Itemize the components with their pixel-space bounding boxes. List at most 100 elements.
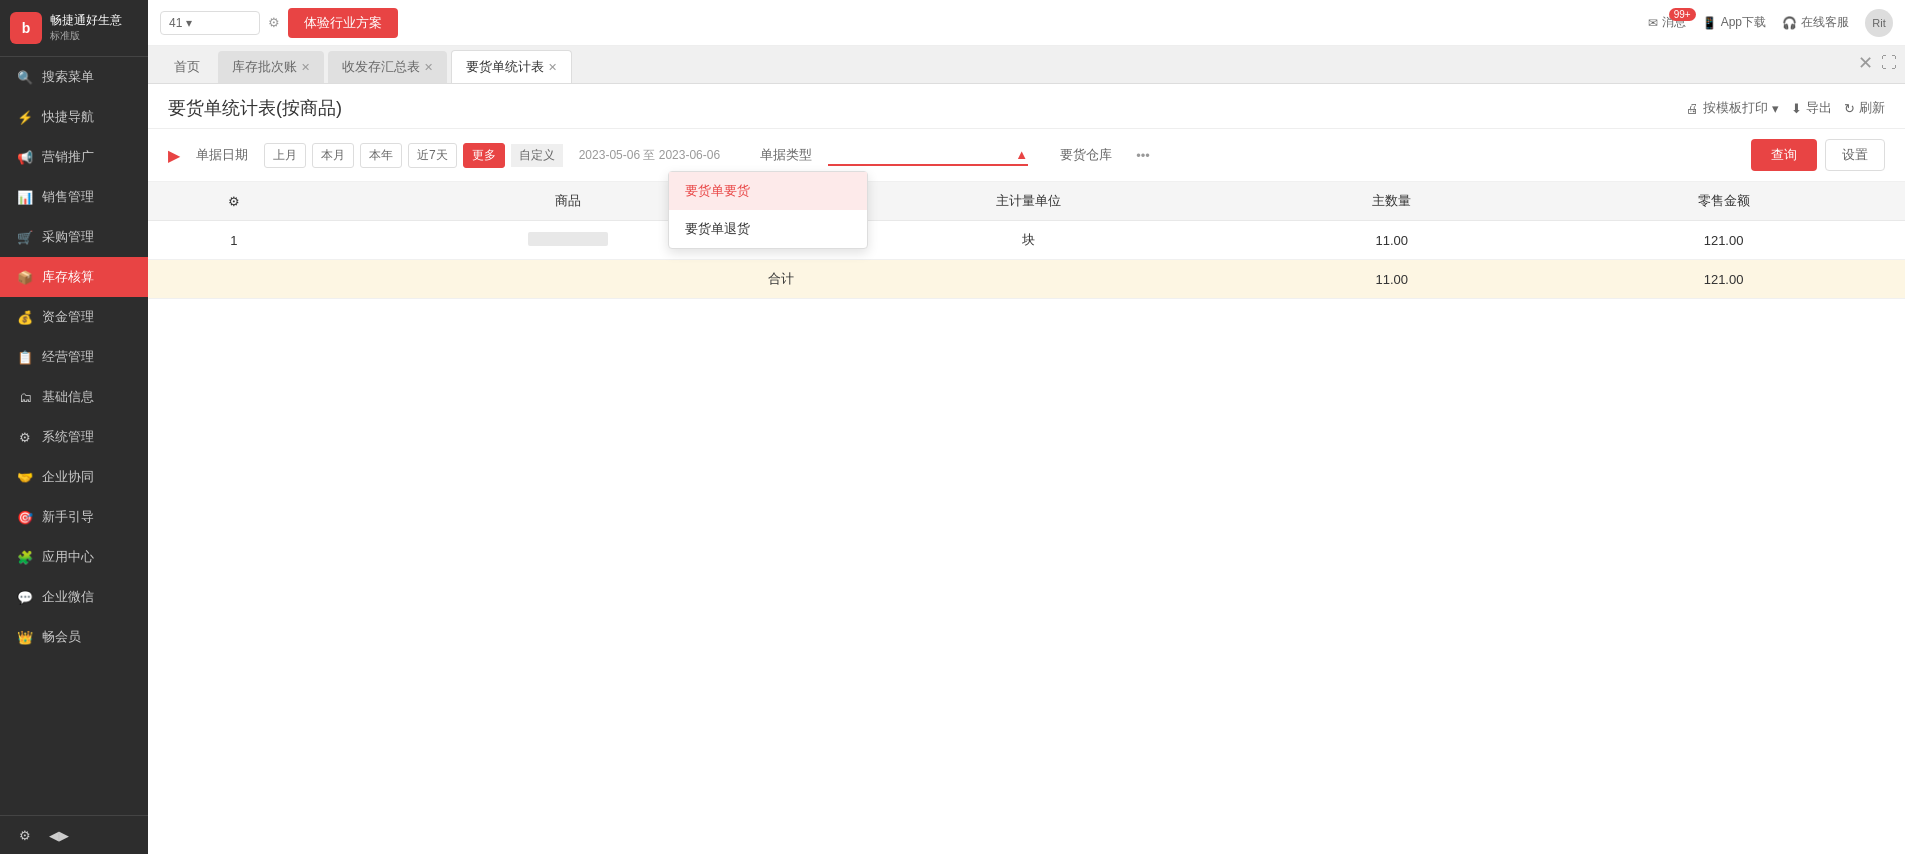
sidebar-item-enterprise[interactable]: 🤝 企业协同 [0,457,148,497]
this-month-btn[interactable]: 本月 [312,143,354,168]
expand-tab-icon[interactable]: ⛶ [1881,54,1897,72]
total-index [148,260,320,299]
finance-icon: 💰 [16,308,34,326]
export-button[interactable]: ⬇ 导出 [1791,99,1832,117]
sidebar-item-system[interactable]: ⚙ 系统管理 [0,417,148,457]
topbar-left: 41 ▾ ⚙ 体验行业方案 [160,8,1636,38]
settings-icon[interactable]: ⚙ [16,826,34,844]
tab-batch-close[interactable]: ✕ [301,61,310,74]
topbar: 41 ▾ ⚙ 体验行业方案 ✉ 消息 99+ 📱 App下载 🎧 在线客服 Ri… [148,0,1905,46]
shortcut-label: 快捷导航 [42,108,94,126]
dropdown-item-demand-goods[interactable]: 要货单要货 [669,172,867,210]
page-header: 要货单统计表(按商品) 🖨 按模板打印 ▾ ⬇ 导出 ↻ 刷新 [148,84,1905,129]
shortcut-icon: ⚡ [16,108,34,126]
sidebar-item-finance[interactable]: 💰 资金管理 [0,297,148,337]
table-settings-icon[interactable]: ⚙ [228,194,240,209]
dropdown-item-demand-return[interactable]: 要货单退货 [669,210,867,248]
topbar-right: ✉ 消息 99+ 📱 App下载 🎧 在线客服 Rit [1648,9,1893,37]
app-download-button[interactable]: 📱 App下载 [1702,14,1766,31]
tab-collect[interactable]: 收发存汇总表 ✕ [328,51,447,83]
date-label: 单据日期 [196,146,248,164]
type-input-wrap: ▲ [828,145,1028,166]
messages-button[interactable]: ✉ 消息 99+ [1648,14,1686,31]
headset-icon: 🎧 [1782,16,1797,30]
tab-home[interactable]: 首页 [160,51,214,83]
search-icon: 🔍 [16,68,34,86]
sidebar-item-operations[interactable]: 📋 经营管理 [0,337,148,377]
marketing-label: 营销推广 [42,148,94,166]
online-service-button[interactable]: 🎧 在线客服 [1782,14,1849,31]
tab-collect-label: 收发存汇总表 [342,58,420,76]
print-icon: 🖨 [1686,101,1699,116]
sidebar-item-apps[interactable]: 🧩 应用中心 [0,537,148,577]
last-7days-btn[interactable]: 近7天 [408,143,457,168]
last-month-btn[interactable]: 上月 [264,143,306,168]
date-buttons: 上月 本月 本年 近7天 更多 自定义 [264,143,563,168]
sidebar-item-shortcut[interactable]: ⚡ 快捷导航 [0,97,148,137]
phone-icon: 📱 [1702,16,1717,30]
purchase-label: 采购管理 [42,228,94,246]
type-arrow-icon[interactable]: ▲ [1015,147,1028,162]
user-avatar[interactable]: Rit [1865,9,1893,37]
settings-button[interactable]: 设置 [1825,139,1885,171]
sidebar: b 畅捷通好生意 标准版 🔍 搜索菜单 ⚡ 快捷导航 📢 营销推广 📊 销售管理… [0,0,148,854]
col-amount: 零售金额 [1542,182,1905,221]
page-title: 要货单统计表(按商品) [168,96,342,120]
sidebar-item-inventory[interactable]: 📦 库存核算 [0,257,148,297]
apps-label: 应用中心 [42,548,94,566]
finance-label: 资金管理 [42,308,94,326]
sidebar-bottom: ⚙ ◀▶ [0,815,148,854]
tab-collect-close[interactable]: ✕ [424,61,433,74]
sales-label: 销售管理 [42,188,94,206]
trial-button[interactable]: 体验行业方案 [288,8,398,38]
print-chevron-icon: ▾ [1772,101,1779,116]
logo-icon: b [10,12,42,44]
this-year-btn[interactable]: 本年 [360,143,402,168]
basic-label: 基础信息 [42,388,94,406]
sidebar-item-guide[interactable]: 🎯 新手引导 [0,497,148,537]
type-dropdown: 要货单要货 要货单退货 [668,171,868,249]
more-btn[interactable]: 更多 [463,143,505,168]
row-quantity: 11.00 [1241,221,1542,260]
row-amount: 121.00 [1542,221,1905,260]
branch-select[interactable]: 41 ▾ [160,11,260,35]
warehouse-dots-icon[interactable]: ••• [1136,148,1150,163]
app-logo: b 畅捷通好生意 标准版 [0,0,148,57]
row-index: 1 [148,221,320,260]
sidebar-item-basic[interactable]: 🗂 基础信息 [0,377,148,417]
inventory-label: 库存核算 [42,268,94,286]
sidebar-item-member[interactable]: 👑 畅会员 [0,617,148,657]
query-button[interactable]: 查询 [1751,139,1817,171]
enterprise-label: 企业协同 [42,468,94,486]
select-chevron-icon: ▾ [186,16,192,30]
wechat-icon: 💬 [16,588,34,606]
collapse-icon[interactable]: ◀▶ [50,826,68,844]
tab-demand-close[interactable]: ✕ [548,61,557,74]
col-settings: ⚙ [148,182,320,221]
guide-label: 新手引导 [42,508,94,526]
type-input[interactable] [828,145,1015,164]
sidebar-item-sales[interactable]: 📊 销售管理 [0,177,148,217]
tab-demand[interactable]: 要货单统计表 ✕ [451,50,572,83]
sidebar-item-search[interactable]: 🔍 搜索菜单 [0,57,148,97]
inventory-icon: 📦 [16,268,34,286]
tab-batch-label: 库存批次账 [232,58,297,76]
refresh-button[interactable]: ↻ 刷新 [1844,99,1885,117]
col-unit: 主计量单位 [816,182,1241,221]
topbar-gear-icon[interactable]: ⚙ [268,15,280,30]
sidebar-item-wechat[interactable]: 💬 企业微信 [0,577,148,617]
tab-batch[interactable]: 库存批次账 ✕ [218,51,324,83]
sidebar-item-purchase[interactable]: 🛒 采购管理 [0,217,148,257]
filter-expand-icon[interactable]: ▶ [168,146,180,165]
custom-btn[interactable]: 自定义 [511,144,563,167]
logo-text: 畅捷通好生意 标准版 [50,13,122,43]
message-icon: ✉ [1648,16,1658,30]
data-table: ⚙ 商品 主计量单位 主数量 零售金额 1 块 11.00 121.00 合计 … [148,182,1905,299]
total-label: 合计 [320,260,1241,299]
warehouse-label: 要货仓库 [1060,146,1112,164]
operations-icon: 📋 [16,348,34,366]
print-button[interactable]: 🖨 按模板打印 ▾ [1686,99,1779,117]
member-icon: 👑 [16,628,34,646]
close-tab-icon[interactable]: ✕ [1858,52,1873,74]
sidebar-item-marketing[interactable]: 📢 营销推广 [0,137,148,177]
